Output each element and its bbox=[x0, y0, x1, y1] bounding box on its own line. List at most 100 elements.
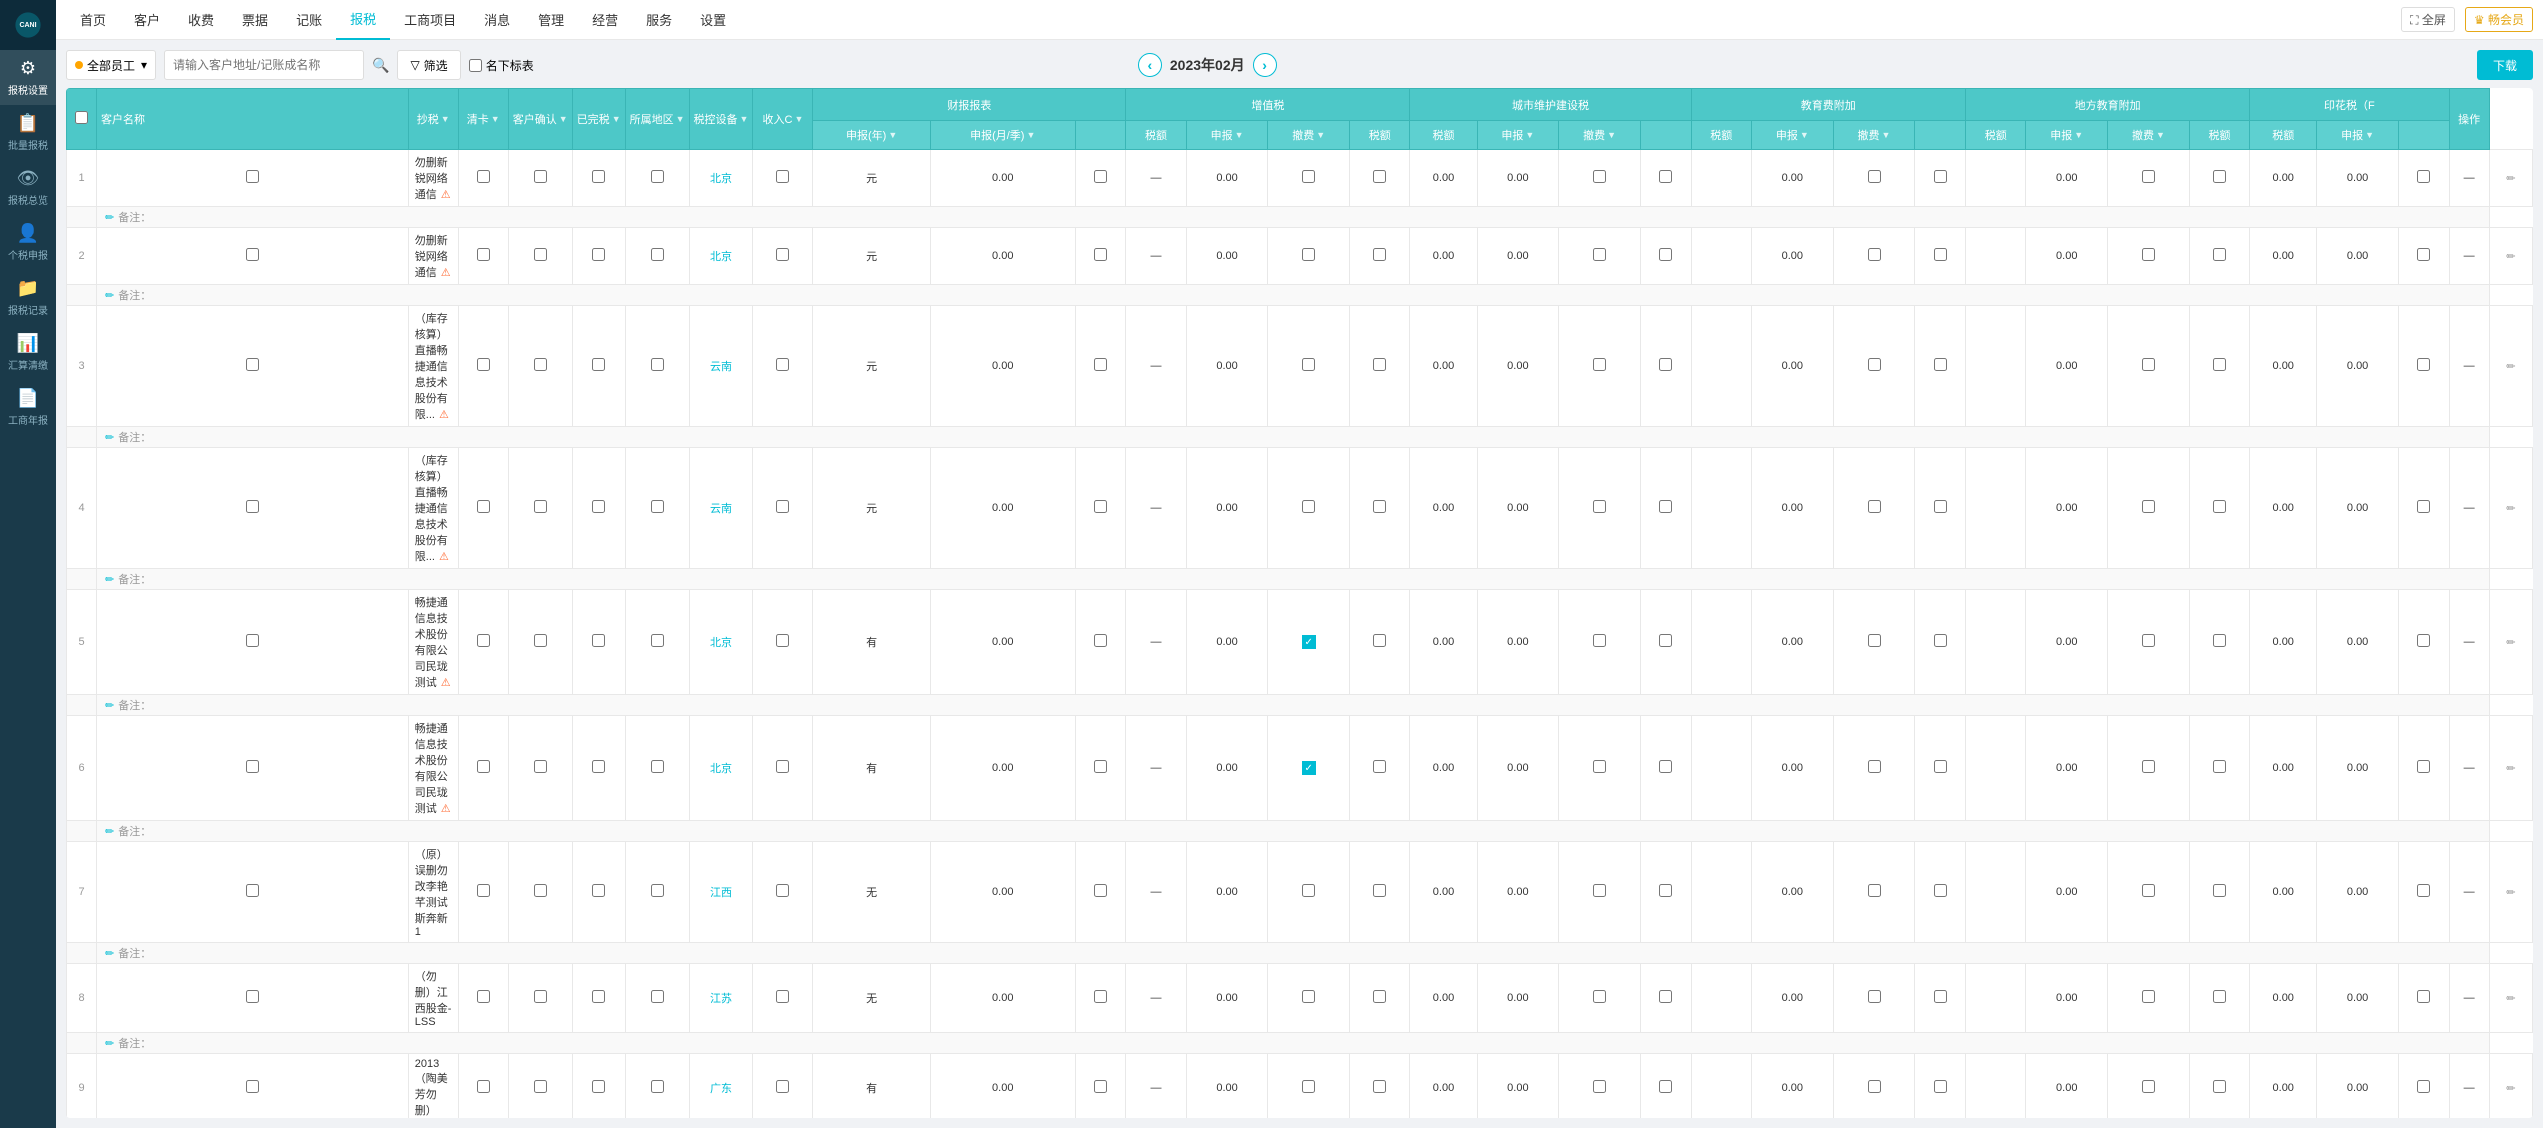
local-cancel[interactable] bbox=[2189, 448, 2249, 569]
local-cancel-cb[interactable] bbox=[2213, 358, 2226, 371]
device-cell[interactable] bbox=[753, 842, 813, 943]
row-checkbox[interactable] bbox=[246, 248, 259, 261]
edit-icon[interactable]: ✏ bbox=[2506, 993, 2515, 1005]
row-checkbox[interactable] bbox=[246, 884, 259, 897]
vat-declare[interactable]: ✓ bbox=[1268, 590, 1350, 695]
vat-cancel-cb[interactable] bbox=[1373, 990, 1386, 1003]
copy-tax-checkbox[interactable] bbox=[477, 884, 490, 897]
vat-declare[interactable] bbox=[1268, 150, 1350, 207]
prev-month-btn[interactable]: ‹ bbox=[1138, 53, 1162, 77]
device-cell[interactable] bbox=[753, 306, 813, 427]
operate-cell[interactable]: ✏ bbox=[2489, 150, 2532, 207]
paid-cell[interactable] bbox=[625, 150, 689, 207]
fin-monthly-checkbox[interactable] bbox=[1075, 1054, 1126, 1119]
clear-card-checkbox[interactable] bbox=[534, 500, 547, 513]
nav-customer[interactable]: 客户 bbox=[120, 0, 174, 40]
local-cancel-cb[interactable] bbox=[2213, 170, 2226, 183]
row-checkbox[interactable] bbox=[246, 500, 259, 513]
confirm-cell[interactable] bbox=[572, 306, 625, 427]
nav-settings[interactable]: 设置 bbox=[686, 0, 740, 40]
vat-declare-cb[interactable] bbox=[1302, 500, 1315, 513]
copy-tax-cell[interactable] bbox=[458, 448, 508, 569]
edu-declare[interactable] bbox=[1833, 590, 1915, 695]
sidebar-item-summary[interactable]: 📊 汇算清缴 bbox=[0, 325, 56, 380]
vip-btn[interactable]: ♛ 畅会员 bbox=[2465, 7, 2533, 32]
paid-checkbox[interactable] bbox=[651, 634, 664, 647]
edu-cancel[interactable] bbox=[1915, 228, 1966, 285]
clear-card-checkbox[interactable] bbox=[534, 248, 547, 261]
edu-declare[interactable] bbox=[1833, 964, 1915, 1033]
edit-icon[interactable]: ✏ bbox=[2506, 637, 2515, 649]
urban-declare-cb[interactable] bbox=[1593, 884, 1606, 897]
nav-invoice[interactable]: 票据 bbox=[228, 0, 282, 40]
copy-tax-cell[interactable] bbox=[458, 306, 508, 427]
vat-cancel-cb[interactable] bbox=[1373, 248, 1386, 261]
nav-billing[interactable]: 收费 bbox=[174, 0, 228, 40]
edu-cancel-cb[interactable] bbox=[1934, 884, 1947, 897]
edu-declare-cb[interactable] bbox=[1868, 170, 1881, 183]
copy-tax-checkbox[interactable] bbox=[477, 1080, 490, 1093]
nav-operation[interactable]: 经营 bbox=[578, 0, 632, 40]
vat-cancel-cb[interactable] bbox=[1373, 884, 1386, 897]
confirm-checkbox[interactable] bbox=[592, 500, 605, 513]
clear-card-cell[interactable] bbox=[508, 448, 572, 569]
fin-monthly-cb[interactable] bbox=[1094, 248, 1107, 261]
urban-declare-cb[interactable] bbox=[1593, 760, 1606, 773]
copy-tax-checkbox[interactable] bbox=[477, 170, 490, 183]
edu-declare[interactable] bbox=[1833, 448, 1915, 569]
paid-cell[interactable] bbox=[625, 964, 689, 1033]
confirm-cell[interactable] bbox=[572, 964, 625, 1033]
nav-industry[interactable]: 工商项目 bbox=[390, 0, 470, 40]
nav-service[interactable]: 服务 bbox=[632, 0, 686, 40]
local-cancel-cb[interactable] bbox=[2213, 634, 2226, 647]
local-declare-cb[interactable] bbox=[2142, 634, 2155, 647]
clear-card-cell[interactable] bbox=[508, 1054, 572, 1119]
edu-declare-cb[interactable] bbox=[1868, 884, 1881, 897]
vat-cancel[interactable] bbox=[1350, 716, 1410, 821]
vat-declare-cb[interactable] bbox=[1302, 170, 1315, 183]
urban-declare-cb[interactable] bbox=[1593, 634, 1606, 647]
copy-tax-checkbox[interactable] bbox=[477, 358, 490, 371]
fin-monthly-cb[interactable] bbox=[1094, 170, 1107, 183]
local-declare[interactable] bbox=[2108, 590, 2190, 695]
edu-declare-cb[interactable] bbox=[1868, 500, 1881, 513]
clear-card-cell[interactable] bbox=[508, 228, 572, 285]
local-declare[interactable] bbox=[2108, 448, 2190, 569]
device-cell[interactable] bbox=[753, 448, 813, 569]
paid-cell[interactable] bbox=[625, 448, 689, 569]
urban-cancel-cb[interactable] bbox=[1659, 634, 1672, 647]
copy-tax-cell[interactable] bbox=[458, 150, 508, 207]
row-checkbox-cell[interactable] bbox=[97, 1054, 409, 1119]
clear-card-checkbox[interactable] bbox=[534, 634, 547, 647]
vat-cancel[interactable] bbox=[1350, 228, 1410, 285]
urban-cancel-cb[interactable] bbox=[1659, 358, 1672, 371]
urban-cancel-cb[interactable] bbox=[1659, 884, 1672, 897]
sidebar-item-batch-tax[interactable]: 📋 批量报税 bbox=[0, 105, 56, 160]
vat-cancel[interactable] bbox=[1350, 964, 1410, 1033]
device-checkbox[interactable] bbox=[776, 634, 789, 647]
edu-declare[interactable] bbox=[1833, 228, 1915, 285]
operate-cell[interactable]: ✏ bbox=[2489, 590, 2532, 695]
stamp-declare[interactable] bbox=[2398, 448, 2449, 569]
paid-checkbox[interactable] bbox=[651, 990, 664, 1003]
local-declare[interactable] bbox=[2108, 228, 2190, 285]
stamp-declare-cb[interactable] bbox=[2417, 634, 2430, 647]
device-checkbox[interactable] bbox=[776, 248, 789, 261]
urban-cancel-cb[interactable] bbox=[1659, 248, 1672, 261]
fin-monthly-checkbox[interactable] bbox=[1075, 842, 1126, 943]
edu-cancel-cb[interactable] bbox=[1934, 1080, 1947, 1093]
copy-tax-cell[interactable] bbox=[458, 590, 508, 695]
copy-tax-checkbox[interactable] bbox=[477, 760, 490, 773]
stamp-declare-cb[interactable] bbox=[2417, 990, 2430, 1003]
operate-cell[interactable]: ✏ bbox=[2489, 228, 2532, 285]
edu-cancel-cb[interactable] bbox=[1934, 990, 1947, 1003]
vat-cancel-cb[interactable] bbox=[1373, 634, 1386, 647]
edu-declare-cb[interactable] bbox=[1868, 1080, 1881, 1093]
stamp-declare-cb[interactable] bbox=[2417, 1080, 2430, 1093]
stamp-declare-cb[interactable] bbox=[2417, 248, 2430, 261]
vat-cancel[interactable] bbox=[1350, 448, 1410, 569]
local-cancel-cb[interactable] bbox=[2213, 248, 2226, 261]
edit-icon[interactable]: ✏ bbox=[2506, 763, 2515, 775]
row-checkbox-cell[interactable] bbox=[97, 716, 409, 821]
local-cancel[interactable] bbox=[2189, 716, 2249, 821]
